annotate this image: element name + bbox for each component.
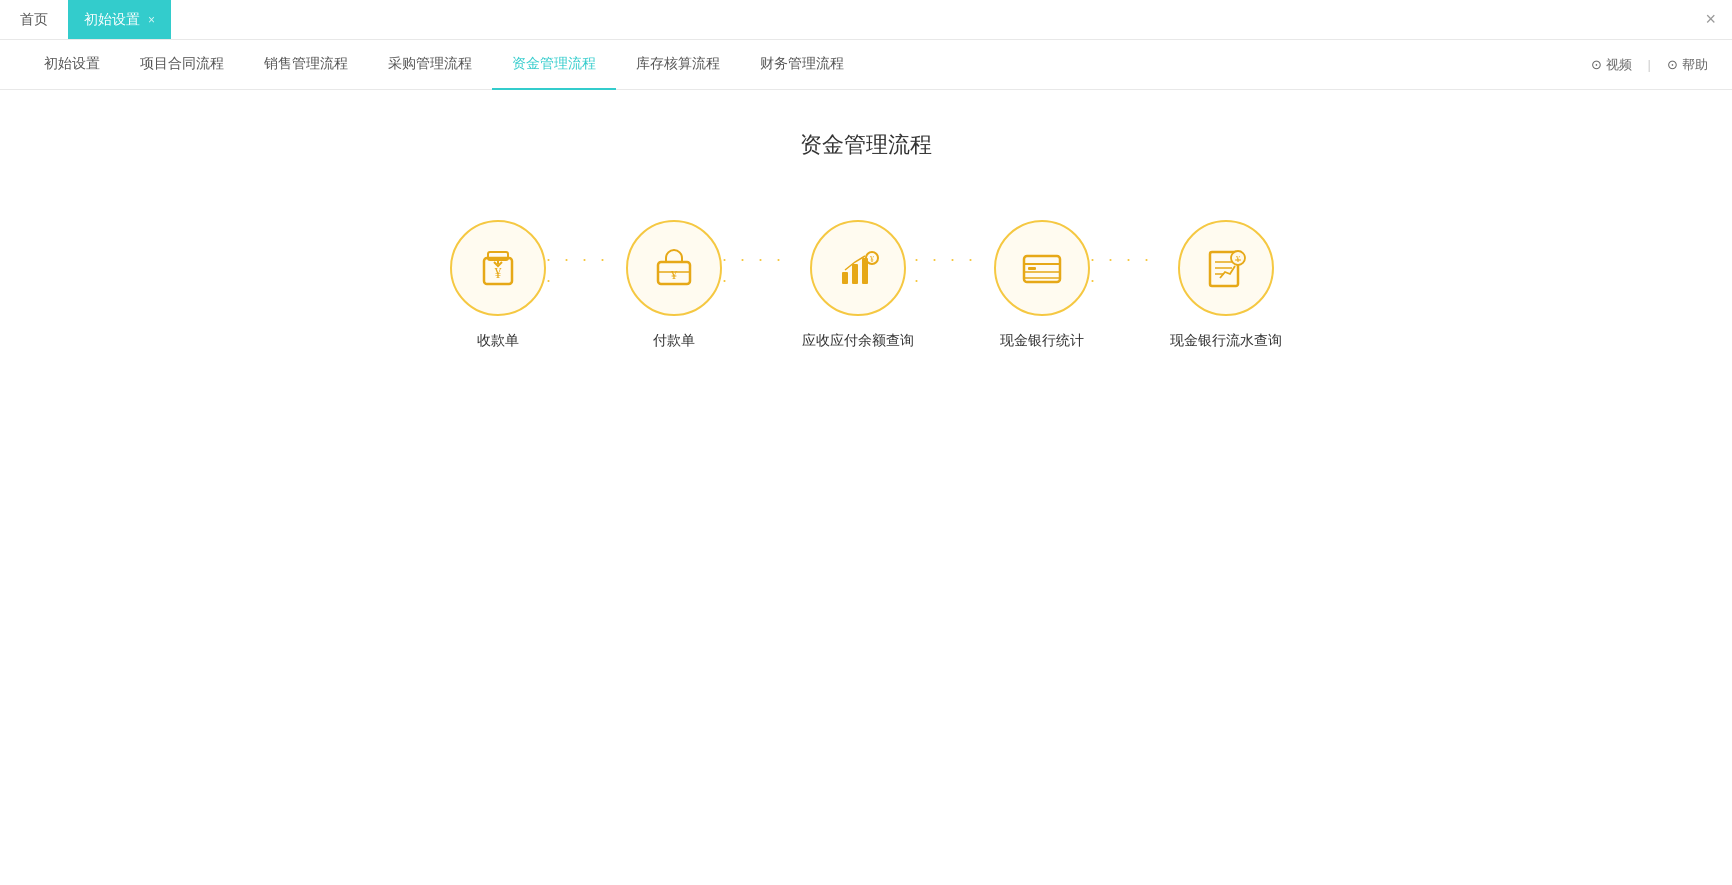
receipt-icon: ¥ — [474, 244, 522, 292]
cash-stats-icon — [1018, 244, 1066, 292]
flow-label-payment: 付款单 — [653, 332, 695, 350]
flow-arrow-2: · · · · · — [722, 249, 802, 321]
flow-label-cash-flow: 现金银行流水查询 — [1170, 332, 1282, 350]
tab-close-button[interactable]: × — [148, 13, 155, 27]
flow-icon-cash-flow: ¥ — [1178, 220, 1274, 316]
flow-item-cash-flow[interactable]: ¥ 现金银行流水查询 — [1170, 220, 1282, 350]
flow-arrow-1: · · · · · — [546, 249, 626, 321]
nav-item-capital[interactable]: 资金管理流程 — [492, 41, 616, 90]
flow-arrow-4: · · · · · — [1090, 249, 1170, 321]
flow-label-balance: 应收应付余额查询 — [802, 332, 914, 350]
nav-item-project[interactable]: 项目合同流程 — [120, 41, 244, 90]
flow-icon-payment: ¥ — [626, 220, 722, 316]
svg-text:¥: ¥ — [495, 266, 502, 281]
flow-icon-receipt: ¥ — [450, 220, 546, 316]
payment-icon: ¥ — [650, 244, 698, 292]
home-link[interactable]: 首页 — [0, 0, 68, 39]
video-link[interactable]: ⊙ 视频 — [1591, 56, 1632, 74]
nav-bar: 初始设置 项目合同流程 销售管理流程 采购管理流程 资金管理流程 库存核算流程 … — [0, 40, 1732, 90]
top-bar-right: × — [1705, 9, 1732, 30]
video-label: 视频 — [1606, 56, 1632, 74]
nav-item-purchase[interactable]: 采购管理流程 — [368, 41, 492, 90]
svg-rect-16 — [1028, 267, 1036, 270]
play-icon: ⊙ — [1591, 57, 1602, 72]
flow-arrow-3: · · · · · — [914, 249, 994, 321]
page-title: 资金管理流程 — [800, 130, 932, 160]
flow-item-cash-stats[interactable]: 现金银行统计 — [994, 220, 1090, 350]
help-label: 帮助 — [1682, 56, 1708, 74]
svg-rect-7 — [842, 272, 848, 284]
svg-rect-8 — [852, 264, 858, 284]
main-content: 资金管理流程 ¥ 收款单 · · · · · — [0, 90, 1732, 885]
svg-text:¥: ¥ — [870, 255, 874, 264]
flow-icon-balance: ¥ — [810, 220, 906, 316]
window-close-icon[interactable]: × — [1705, 9, 1716, 30]
top-bar: 首页 初始设置 × × — [0, 0, 1732, 40]
divider: | — [1648, 57, 1651, 72]
flow-item-balance[interactable]: ¥ 应收应付余额查询 — [802, 220, 914, 350]
flow-icon-cash-stats — [994, 220, 1090, 316]
nav-item-sales[interactable]: 销售管理流程 — [244, 41, 368, 90]
flow-item-receipt[interactable]: ¥ 收款单 — [450, 220, 546, 350]
svg-text:¥: ¥ — [671, 267, 678, 282]
help-link[interactable]: ⊙ 帮助 — [1667, 56, 1708, 74]
flow-label-receipt: 收款单 — [477, 332, 519, 350]
nav-item-inventory[interactable]: 库存核算流程 — [616, 41, 740, 90]
help-icon: ⊙ — [1667, 57, 1678, 72]
balance-icon: ¥ — [834, 244, 882, 292]
nav-right: ⊙ 视频 | ⊙ 帮助 — [1591, 56, 1708, 74]
flow-container: ¥ 收款单 · · · · · ¥ — [450, 220, 1282, 350]
cash-flow-icon: ¥ — [1202, 244, 1250, 292]
tab-label: 初始设置 — [84, 11, 140, 29]
flow-item-payment[interactable]: ¥ 付款单 — [626, 220, 722, 350]
nav-item-initial[interactable]: 初始设置 — [24, 41, 120, 90]
flow-label-cash-stats: 现金银行统计 — [1000, 332, 1084, 350]
nav-item-finance[interactable]: 财务管理流程 — [740, 41, 864, 90]
active-tab[interactable]: 初始设置 × — [68, 0, 171, 39]
